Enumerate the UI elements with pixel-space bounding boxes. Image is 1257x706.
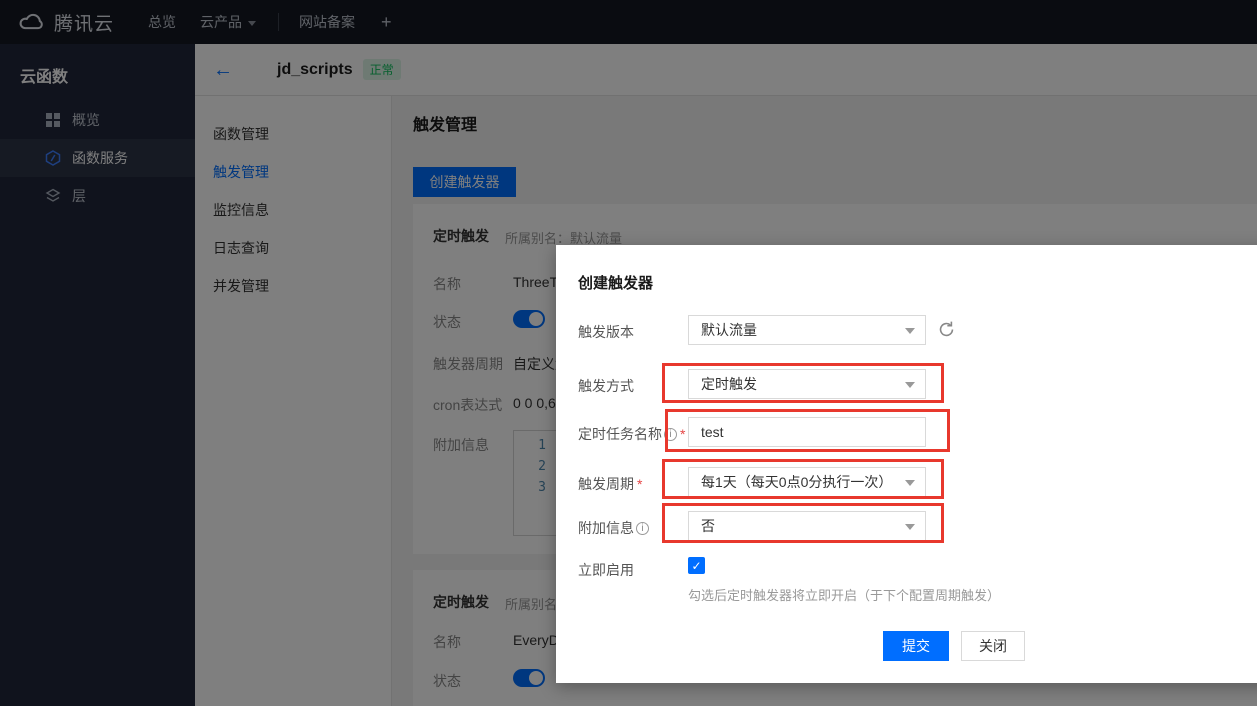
enable-now-help-text: 勾选后定时触发器将立即开启（于下个配置周期触发） [688, 585, 1000, 604]
enable-now-checkbox-checked[interactable]: ✓ [688, 557, 705, 574]
label-trigger-method: 触发方式 [578, 376, 634, 396]
info-icon: i [636, 522, 649, 535]
timer-name-input[interactable] [688, 417, 926, 447]
label-enable-now: 立即启用 [578, 560, 634, 580]
submit-button[interactable]: 提交 [883, 631, 949, 661]
app-root: 腾讯云 总览 云产品 网站备案 + 云函数 概览 [0, 0, 1257, 706]
chevron-down-icon [905, 328, 915, 334]
trigger-version-select[interactable]: 默认流量 [688, 315, 926, 345]
close-button[interactable]: 关闭 [961, 631, 1025, 661]
info-icon: i [664, 428, 677, 441]
refresh-icon[interactable] [938, 321, 955, 343]
chevron-down-icon [905, 480, 915, 486]
label-trigger-version: 触发版本 [578, 322, 634, 342]
chevron-down-icon [905, 382, 915, 388]
create-trigger-modal: 创建触发器 触发版本 默认流量 触发方式 定时触发 定时任务名称 i * [556, 245, 1257, 683]
label-extra-info: 附加信息 i [578, 518, 649, 538]
required-asterisk: * [637, 476, 642, 492]
extra-info-select[interactable]: 否 [688, 511, 926, 541]
trigger-method-select[interactable]: 定时触发 [688, 369, 926, 399]
required-asterisk: * [680, 426, 685, 442]
label-trigger-cycle: 触发周期 * [578, 474, 642, 494]
trigger-cycle-select[interactable]: 每1天（每天0点0分执行一次） [688, 467, 926, 497]
label-timer-name: 定时任务名称 i * [578, 424, 685, 444]
chevron-down-icon [905, 524, 915, 530]
modal-title: 创建触发器 [578, 272, 653, 293]
